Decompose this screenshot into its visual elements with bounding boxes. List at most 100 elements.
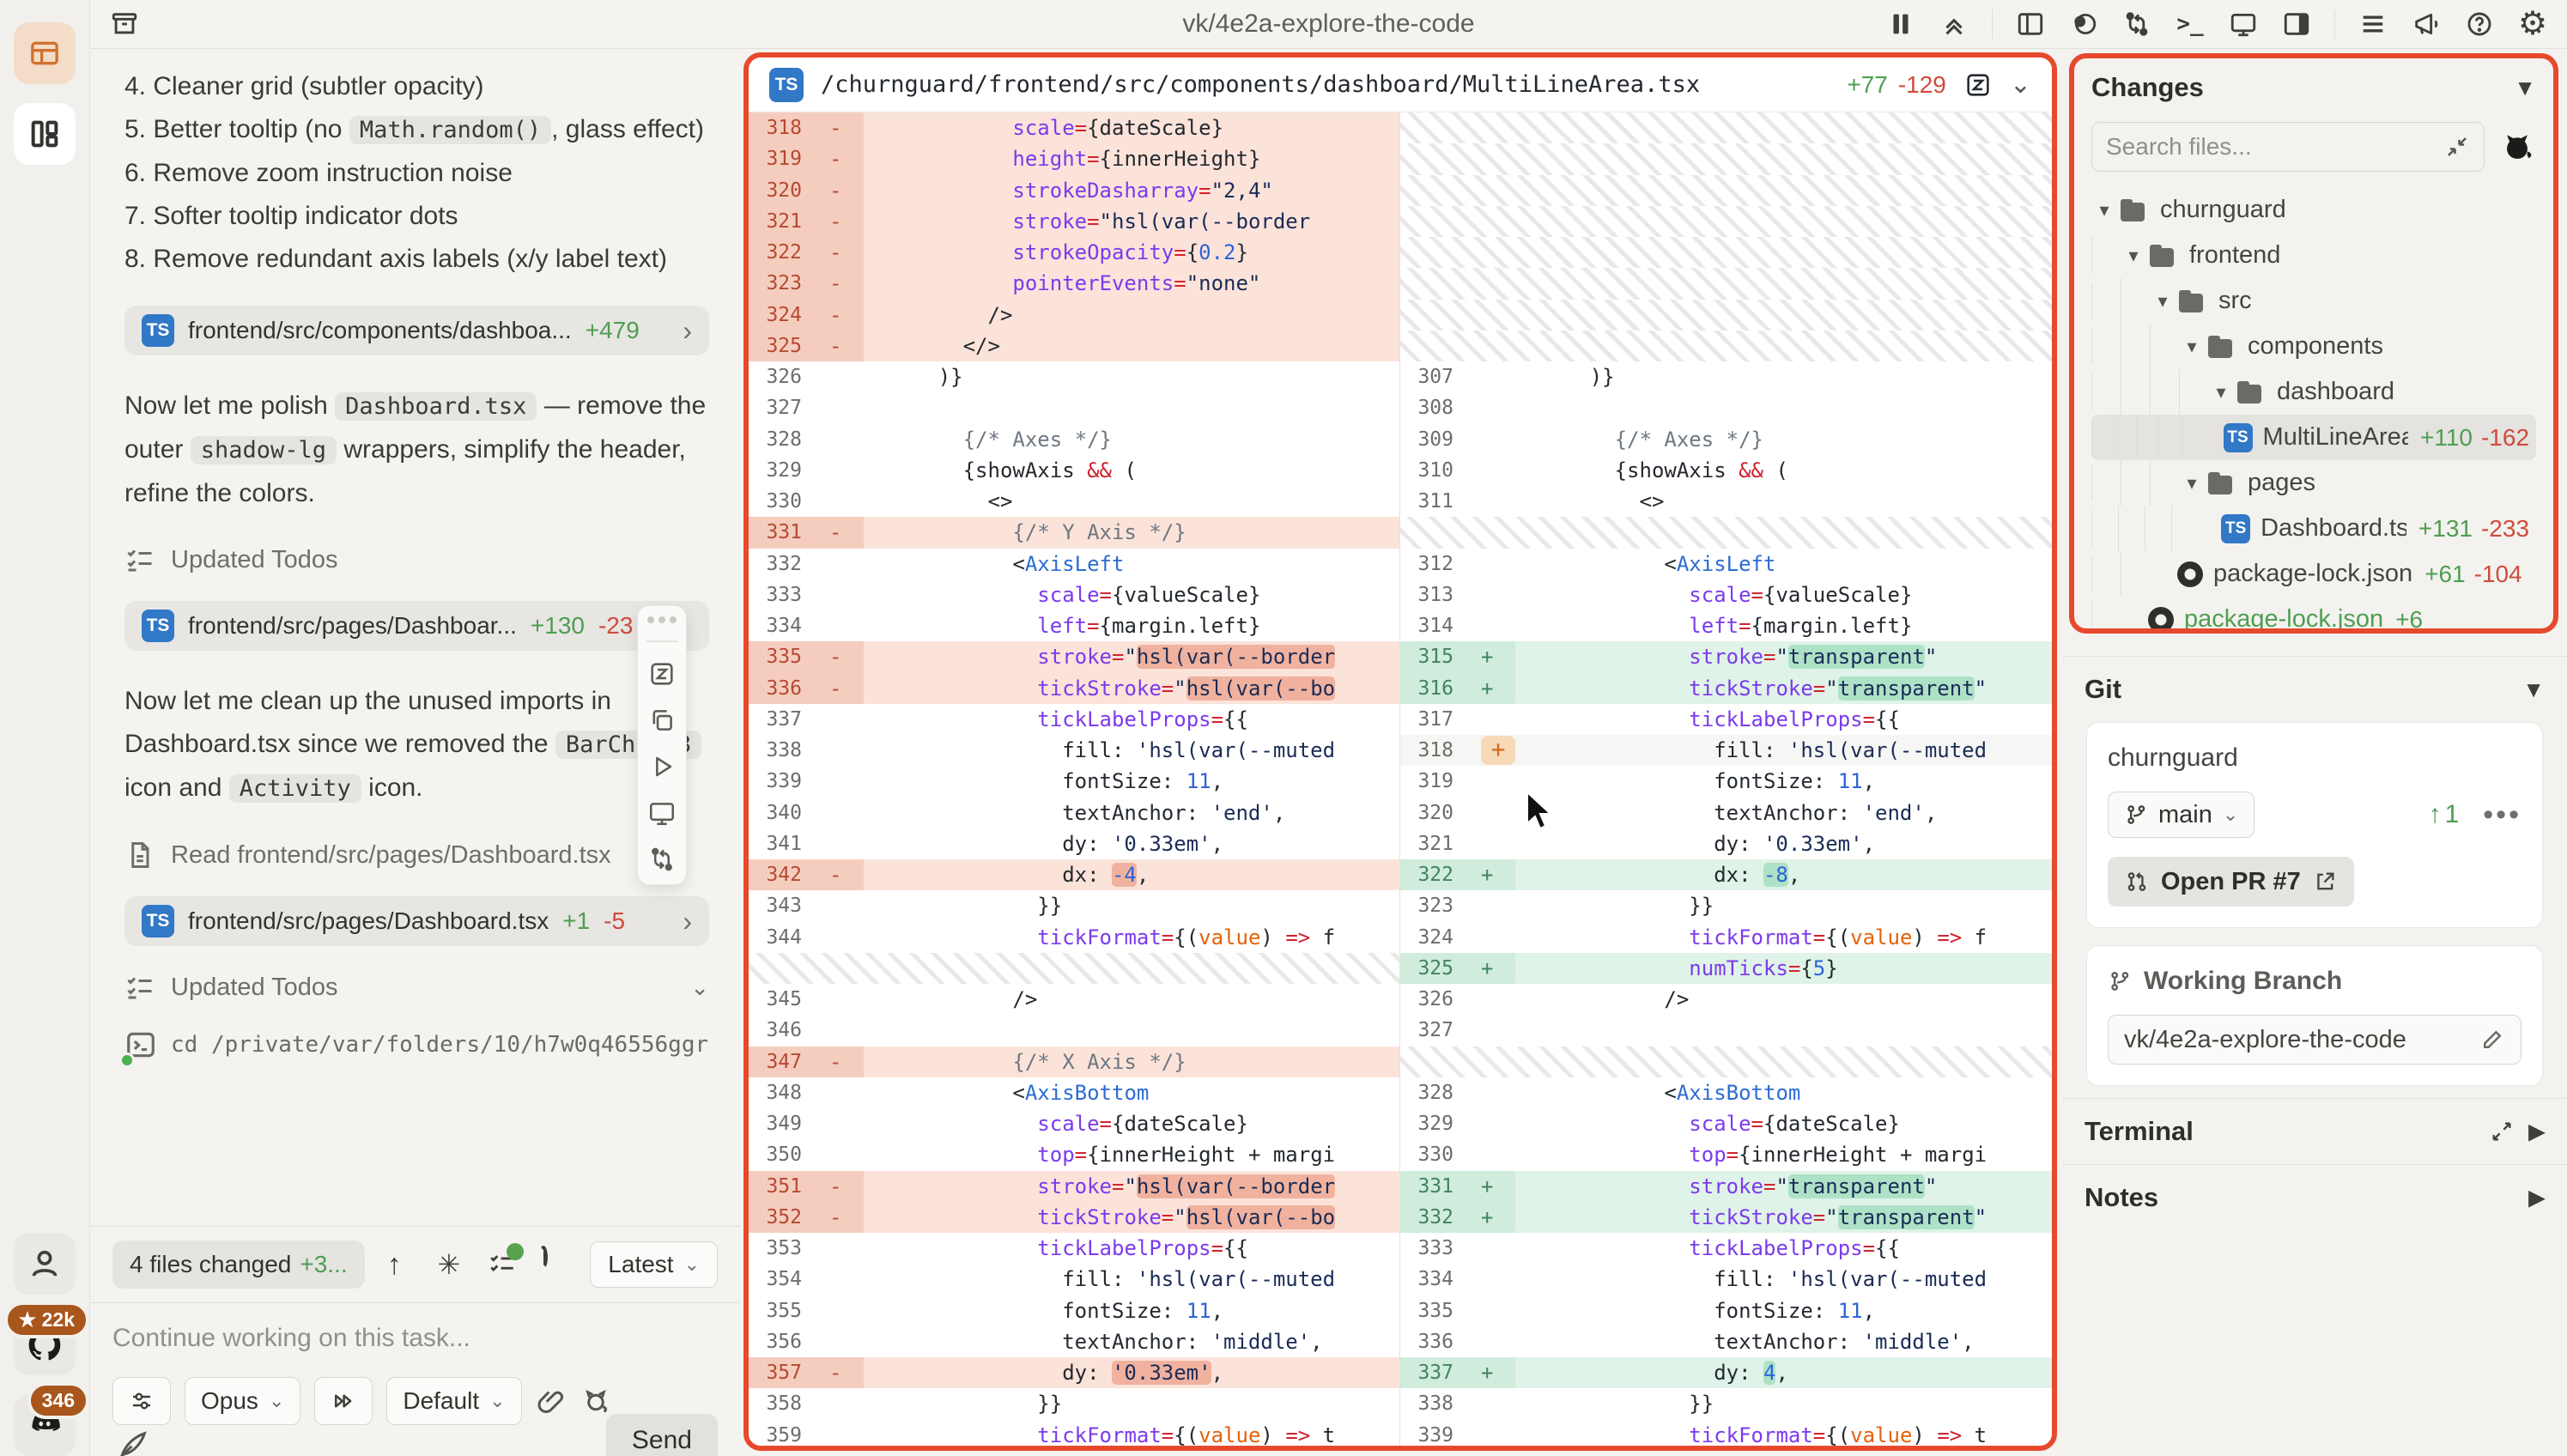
tree-item-label: package-lock.json	[2184, 605, 2383, 634]
discord-button[interactable]: 346	[14, 1394, 76, 1456]
line-number: 321	[749, 206, 816, 237]
tree-folder-src[interactable]: ▾src	[2091, 278, 2536, 324]
collapse-diff-button[interactable]: ⌄	[2010, 70, 2031, 100]
terminal-section[interactable]: Terminal ▶	[2062, 1098, 2567, 1164]
todos-button[interactable]	[488, 1250, 517, 1279]
expand-notes-button[interactable]: ▶	[2529, 1186, 2545, 1210]
collapse-all-button[interactable]	[1939, 9, 1969, 39]
code-text: }}	[1515, 1388, 2052, 1419]
message-input-zone[interactable]: Continue working on this task... Opus⌄ D…	[90, 1302, 740, 1456]
left-panel-toggle-button[interactable]	[2015, 9, 2046, 39]
board-view-button[interactable]	[14, 103, 76, 165]
add-comment-button[interactable]: +	[1481, 736, 1515, 765]
tree-caret-icon[interactable]: ▾	[2121, 245, 2146, 267]
cat-assistant-button[interactable]	[580, 1386, 611, 1417]
diff-view-button[interactable]	[647, 659, 677, 689]
notes-section[interactable]: Notes ▶	[2062, 1164, 2567, 1230]
expand-terminal-button[interactable]: ▶	[2529, 1119, 2545, 1144]
expand-icon[interactable]	[2490, 1119, 2514, 1144]
quill-icon[interactable]	[116, 1428, 150, 1456]
settings-button[interactable]: ⚙	[2517, 9, 2548, 39]
diff-body[interactable]: 318- scale={dateScale}319- height={inner…	[749, 112, 2052, 1451]
git-compare-button[interactable]	[2121, 9, 2152, 39]
send-button[interactable]: Send	[606, 1414, 718, 1456]
diff-sign	[816, 392, 864, 423]
menu-button[interactable]	[2358, 9, 2388, 39]
preview-button[interactable]	[2228, 9, 2259, 39]
open-pr-button[interactable]: Open PR #7	[2108, 857, 2354, 907]
pause-button[interactable]	[1885, 9, 1916, 39]
line-number: 313	[1400, 579, 1467, 610]
file-edit-chip-components-dashboard[interactable]: TS frontend/src/components/dashboa... +4…	[124, 306, 709, 355]
diff-sign: -	[816, 1202, 864, 1233]
preview-button-mini[interactable]	[647, 798, 677, 828]
diff-row: 335 fontSize: 11,	[1400, 1295, 2052, 1326]
tree-folder-frontend[interactable]: ▾frontend	[2091, 233, 2536, 278]
spark-button[interactable]: ✳	[438, 1250, 466, 1279]
account-button[interactable]	[14, 1233, 76, 1295]
sliders-icon	[129, 1388, 155, 1414]
checklist-icon	[124, 544, 155, 575]
tree-file-package-lock.json[interactable]: package-lock.json+6	[2091, 597, 2536, 634]
fast-forward-button[interactable]	[314, 1377, 373, 1425]
terminal-toggle-button[interactable]: >_	[2175, 9, 2206, 39]
terminal-command-row[interactable]: cd /private/var/folders/10/h7w0q46556ggr…	[124, 1028, 709, 1061]
run-button[interactable]	[647, 752, 677, 781]
model-dropdown[interactable]: Opus⌄	[185, 1377, 300, 1425]
typescript-file-icon: TS	[2221, 514, 2250, 543]
line-number: 342	[749, 859, 816, 890]
working-branch-input[interactable]: vk/4e2a-explore-the-code	[2108, 1015, 2521, 1065]
drag-handle-icon[interactable]	[647, 616, 677, 623]
theme-toggle-button[interactable]	[2068, 9, 2099, 39]
pencil-icon[interactable]	[2479, 1027, 2505, 1053]
updated-todos-row[interactable]: Updated Todos	[124, 544, 709, 575]
tree-item-stats: +61-104	[2424, 561, 2522, 588]
settings-chip[interactable]	[112, 1377, 171, 1425]
collapse-tree-icon[interactable]	[2444, 134, 2470, 160]
announcements-button[interactable]	[2411, 9, 2442, 39]
updated-todos-row-2[interactable]: Updated Todos ⌄	[124, 972, 709, 1003]
git-more-button[interactable]: •••	[2483, 798, 2521, 832]
tree-caret-icon[interactable]: ▾	[2091, 199, 2117, 221]
diff-row: 334 fill: 'hsl(var(--muted	[1400, 1264, 2052, 1295]
cat-button[interactable]	[2498, 128, 2536, 166]
tree-folder-churnguard[interactable]: ▾churnguard	[2091, 187, 2536, 233]
tree-file-Dashboard.tsx[interactable]: TSDashboard.tsx+131-233	[2091, 506, 2536, 551]
tree-folder-pages[interactable]: ▾pages	[2091, 460, 2536, 506]
diff-mode-button[interactable]	[1963, 70, 1993, 100]
tree-caret-icon[interactable]: ▾	[2150, 290, 2176, 312]
right-panel-toggle-button[interactable]	[2281, 9, 2312, 39]
file-edit-chip-pages-dashboard-2[interactable]: TS frontend/src/pages/Dashboard.tsx +1 -…	[124, 896, 709, 946]
files-changed-chip[interactable]: 4 files changed +3...	[112, 1241, 365, 1289]
attach-button[interactable]	[536, 1386, 567, 1417]
tree-caret-icon[interactable]: ▾	[2208, 381, 2234, 403]
code-text	[864, 1015, 1399, 1046]
tree-folder-components[interactable]: ▾components	[2091, 324, 2536, 369]
tree-file-package-lock.json[interactable]: package-lock.json+61-104	[2091, 551, 2536, 597]
scroll-to-top-button[interactable]: ↑	[387, 1250, 416, 1279]
collapse-git-button[interactable]: ▼	[2522, 676, 2545, 703]
tree-caret-icon[interactable]: ▾	[2179, 336, 2205, 358]
file-edit-chip-pages-dashboard[interactable]: TS frontend/src/pages/Dashboar... +130 -…	[124, 601, 709, 651]
help-button[interactable]	[2464, 9, 2495, 39]
github-button[interactable]: ★ 22k	[14, 1313, 76, 1375]
diff-sign	[816, 890, 864, 921]
message-input[interactable]: Continue working on this task...	[112, 1324, 718, 1353]
git-compare-button-mini[interactable]	[647, 845, 677, 874]
tree-item-label: Dashboard.tsx	[2261, 514, 2406, 543]
read-file-row[interactable]: Read frontend/src/pages/Dashboard.tsx	[124, 840, 709, 871]
layout-view-button[interactable]	[14, 22, 76, 84]
tree-file-MultiLineArea.tsx[interactable]: TSMultiLineArea.tsx+110-162	[2091, 415, 2536, 460]
chevron-down-icon[interactable]: ⌄	[690, 974, 709, 1001]
mode-dropdown[interactable]: Default⌄	[386, 1377, 521, 1425]
copy-button[interactable]	[647, 706, 677, 735]
version-dropdown[interactable]: Latest ⌄	[590, 1241, 718, 1288]
tree-folder-dashboard[interactable]: ▾dashboard	[2091, 369, 2536, 415]
code-text: <>	[1515, 486, 2052, 517]
branch-dropdown[interactable]: main ⌄	[2108, 792, 2254, 838]
search-files-input[interactable]: Search files...	[2091, 122, 2485, 172]
collapse-changes-button[interactable]: ▼	[2514, 75, 2536, 101]
tree-caret-icon[interactable]: ▾	[2179, 472, 2205, 494]
chevron-down-icon: ⌄	[489, 1390, 505, 1412]
diff-sign	[816, 1233, 864, 1264]
